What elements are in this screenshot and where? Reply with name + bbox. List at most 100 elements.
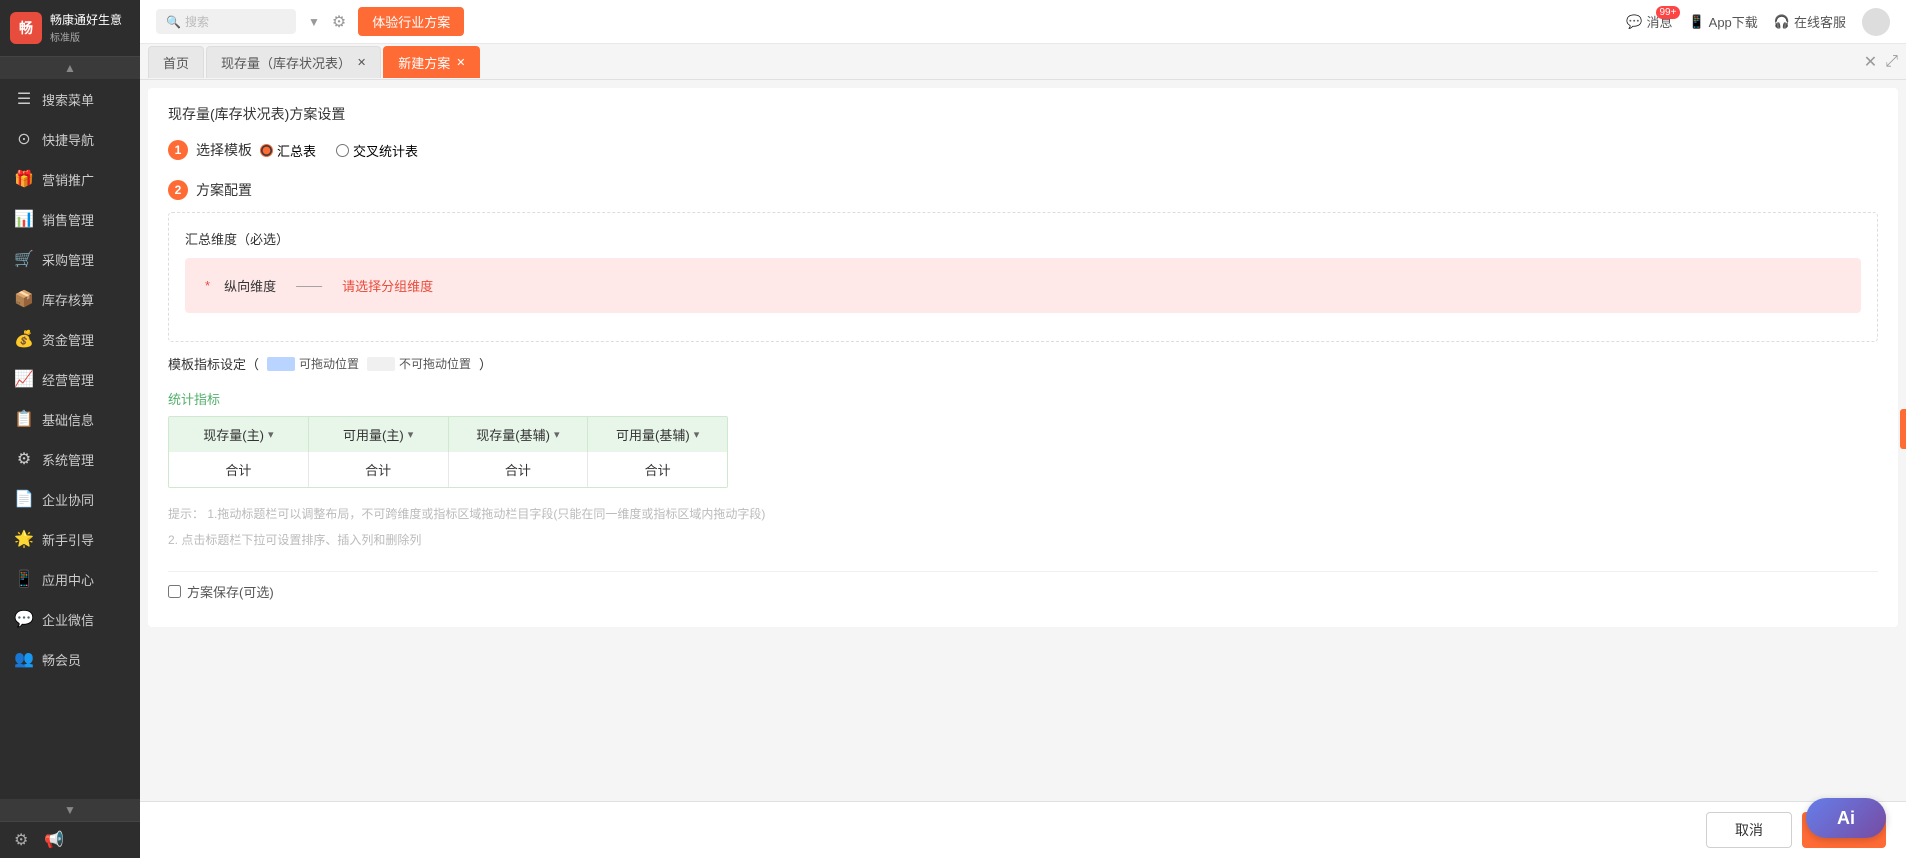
tabs-bar: 首页 现存量（库存状况表） ✕ 新建方案 ✕ ✕ ⤢ [140, 44, 1906, 80]
speaker-icon[interactable]: 📢 [44, 830, 64, 850]
sidebar-item-system[interactable]: ⚙ 系统管理 [0, 439, 140, 479]
stat-col-2-chevron[interactable]: ▾ [408, 428, 414, 441]
stat-col-3-label: 现存量(基辅) [476, 425, 550, 444]
step1-num: 1 [168, 140, 188, 160]
step1-section: 1 选择模板 汇总表 交叉统计表 [168, 140, 1878, 160]
stat-body-col-1: 合计 [169, 452, 309, 487]
online-service-link[interactable]: 🎧 在线客服 [1774, 12, 1846, 31]
ai-fab-button[interactable]: Ai [1806, 798, 1886, 838]
gear-icon[interactable]: ⚙ [332, 12, 346, 32]
finance-icon: 💰 [14, 329, 34, 349]
step1-label: 选择模板 [196, 140, 252, 160]
app-logo-icon: 畅 [10, 12, 42, 44]
save-checkbox-input[interactable] [168, 585, 181, 598]
sidebar-item-sales[interactable]: 📊 销售管理 [0, 199, 140, 239]
sidebar-item-marketing[interactable]: 🎁 营销推广 [0, 159, 140, 199]
sidebar-item-basic[interactable]: 📋 基础信息 [0, 399, 140, 439]
tab-inventory[interactable]: 现存量（库存状况表） ✕ [206, 46, 381, 78]
radio-summary-label: 汇总表 [277, 141, 316, 160]
stats-table-section: 统计指标 现存量(主) ▾ 可用量(主) ▾ [168, 389, 1878, 488]
sidebar-item-contract[interactable]: 📄 企业协同 [0, 479, 140, 519]
save-checkbox[interactable]: 方案保存(可选) [168, 582, 1878, 601]
compass-icon: ⊙ [14, 129, 34, 149]
search-icon: 🔍 [166, 15, 181, 29]
inventory-icon: 📦 [14, 289, 34, 309]
stat-col-3-chevron[interactable]: ▾ [554, 428, 560, 441]
sidebar-item-label: 基础信息 [42, 410, 94, 429]
settings-icon[interactable]: ⚙ [14, 830, 28, 850]
sidebar-scroll-down[interactable]: ▼ [0, 799, 140, 821]
template-settings: 模板指标设定（ 可拖动位置 不可拖动位置 ） [168, 354, 1878, 373]
tab-new-scheme-label: 新建方案 [398, 53, 450, 72]
content-area: 现存量(库存状况表)方案设置 1 选择模板 汇总表 交叉统计表 [140, 80, 1906, 801]
tip-2: 2. 点击标题栏下拉可设置排序、插入列和删除列 [168, 530, 1878, 552]
stat-col-2-label: 可用量(主) [343, 425, 404, 444]
topbar-search[interactable]: 🔍 搜索 [156, 9, 296, 34]
sidebar-item-apps[interactable]: 📱 应用中心 [0, 559, 140, 599]
tab-new-scheme-close[interactable]: ✕ [456, 56, 465, 69]
chevron-down-icon[interactable]: ▼ [308, 15, 320, 29]
purchase-icon: 🛒 [14, 249, 34, 269]
stat-col-3: 现存量(基辅) ▾ [449, 417, 589, 452]
industry-scheme-button[interactable]: 体验行业方案 [358, 7, 464, 36]
tab-expand-button[interactable]: ⤢ [1885, 52, 1898, 72]
radio-summary[interactable]: 汇总表 [260, 141, 316, 160]
field-dash: —— [296, 278, 322, 293]
step2-label: 方案配置 [196, 180, 252, 200]
sidebar-item-search[interactable]: ☰ 搜索菜单 [0, 79, 140, 119]
tab-inventory-label: 现存量（库存状况表） [221, 53, 351, 72]
sidebar-item-inventory[interactable]: 📦 库存核算 [0, 279, 140, 319]
legend-draggable: 可拖动位置 [267, 355, 359, 372]
non-draggable-legend-box [367, 357, 395, 371]
tabs-actions: ✕ ⤢ [1864, 52, 1898, 72]
step1-header: 1 选择模板 汇总表 交叉统计表 [168, 140, 1878, 160]
sidebar-item-newbie[interactable]: 🌟 新手引导 [0, 519, 140, 559]
field-label-vertical: 纵向维度 [224, 276, 276, 295]
stat-col-1: 现存量(主) ▾ [169, 417, 309, 452]
radio-cross[interactable]: 交叉统计表 [336, 141, 418, 160]
app-download-link[interactable]: 📱 App下载 [1688, 12, 1757, 31]
right-edge-handle[interactable] [1900, 409, 1906, 449]
system-icon: ⚙ [14, 449, 34, 469]
user-avatar[interactable] [1862, 8, 1890, 36]
sidebar-logo: 畅 畅康通好生意 标准版 [0, 0, 140, 57]
radio-cross-label: 交叉统计表 [353, 141, 418, 160]
sidebar-item-purchase[interactable]: 🛒 采购管理 [0, 239, 140, 279]
headset-icon: 🎧 [1774, 14, 1790, 30]
tab-home-label: 首页 [163, 53, 189, 72]
sidebar-item-operations[interactable]: 📈 经营管理 [0, 359, 140, 399]
newbie-icon: 🌟 [14, 529, 34, 549]
tab-new-scheme[interactable]: 新建方案 ✕ [383, 46, 480, 78]
sidebar-scroll-up[interactable]: ▲ [0, 57, 140, 79]
sidebar-item-member[interactable]: 👥 畅会员 [0, 639, 140, 679]
topbar-right: 💬 消息 99+ 📱 App下载 🎧 在线客服 [1626, 8, 1890, 36]
sidebar-item-label: 快捷导航 [42, 130, 94, 149]
step2-num: 2 [168, 180, 188, 200]
messages-badge[interactable]: 💬 消息 99+ [1626, 12, 1672, 31]
sidebar-item-finance[interactable]: 💰 资金管理 [0, 319, 140, 359]
tab-inventory-close[interactable]: ✕ [357, 56, 366, 69]
message-icon: 💬 [1626, 14, 1642, 30]
stat-col-4-chevron[interactable]: ▾ [694, 428, 700, 441]
sidebar-item-wechat[interactable]: 💬 企业微信 [0, 599, 140, 639]
tab-close-button[interactable]: ✕ [1864, 52, 1877, 72]
app-name: 畅康通好生意 [50, 12, 122, 29]
basic-icon: 📋 [14, 409, 34, 429]
content-inner: 现存量(库存状况表)方案设置 1 选择模板 汇总表 交叉统计表 [148, 88, 1898, 627]
sidebar-item-quicknav[interactable]: ⊙ 快捷导航 [0, 119, 140, 159]
apps-icon: 📱 [14, 569, 34, 589]
cancel-button[interactable]: 取消 [1706, 812, 1792, 848]
template-radio-group: 汇总表 交叉统计表 [260, 141, 418, 160]
sales-icon: 📊 [14, 209, 34, 229]
tip-1: 提示： 1.拖动标题栏可以调整布局，不可跨维度或指标区域拖动栏目字段(只能在同一… [168, 504, 1878, 526]
legend-non-draggable: 不可拖动位置 [367, 355, 471, 372]
required-mark: * [205, 278, 210, 293]
stat-col-1-chevron[interactable]: ▾ [268, 428, 274, 441]
dimension-field-row[interactable]: * 纵向维度 —— 请选择分组维度 [185, 258, 1861, 313]
sidebar-item-label: 库存核算 [42, 290, 94, 309]
tab-home[interactable]: 首页 [148, 46, 204, 78]
sidebar-item-label: 应用中心 [42, 570, 94, 589]
sidebar-item-label: 采购管理 [42, 250, 94, 269]
sidebar-item-label: 新手引导 [42, 530, 94, 549]
sidebar-item-label: 企业微信 [42, 610, 94, 629]
